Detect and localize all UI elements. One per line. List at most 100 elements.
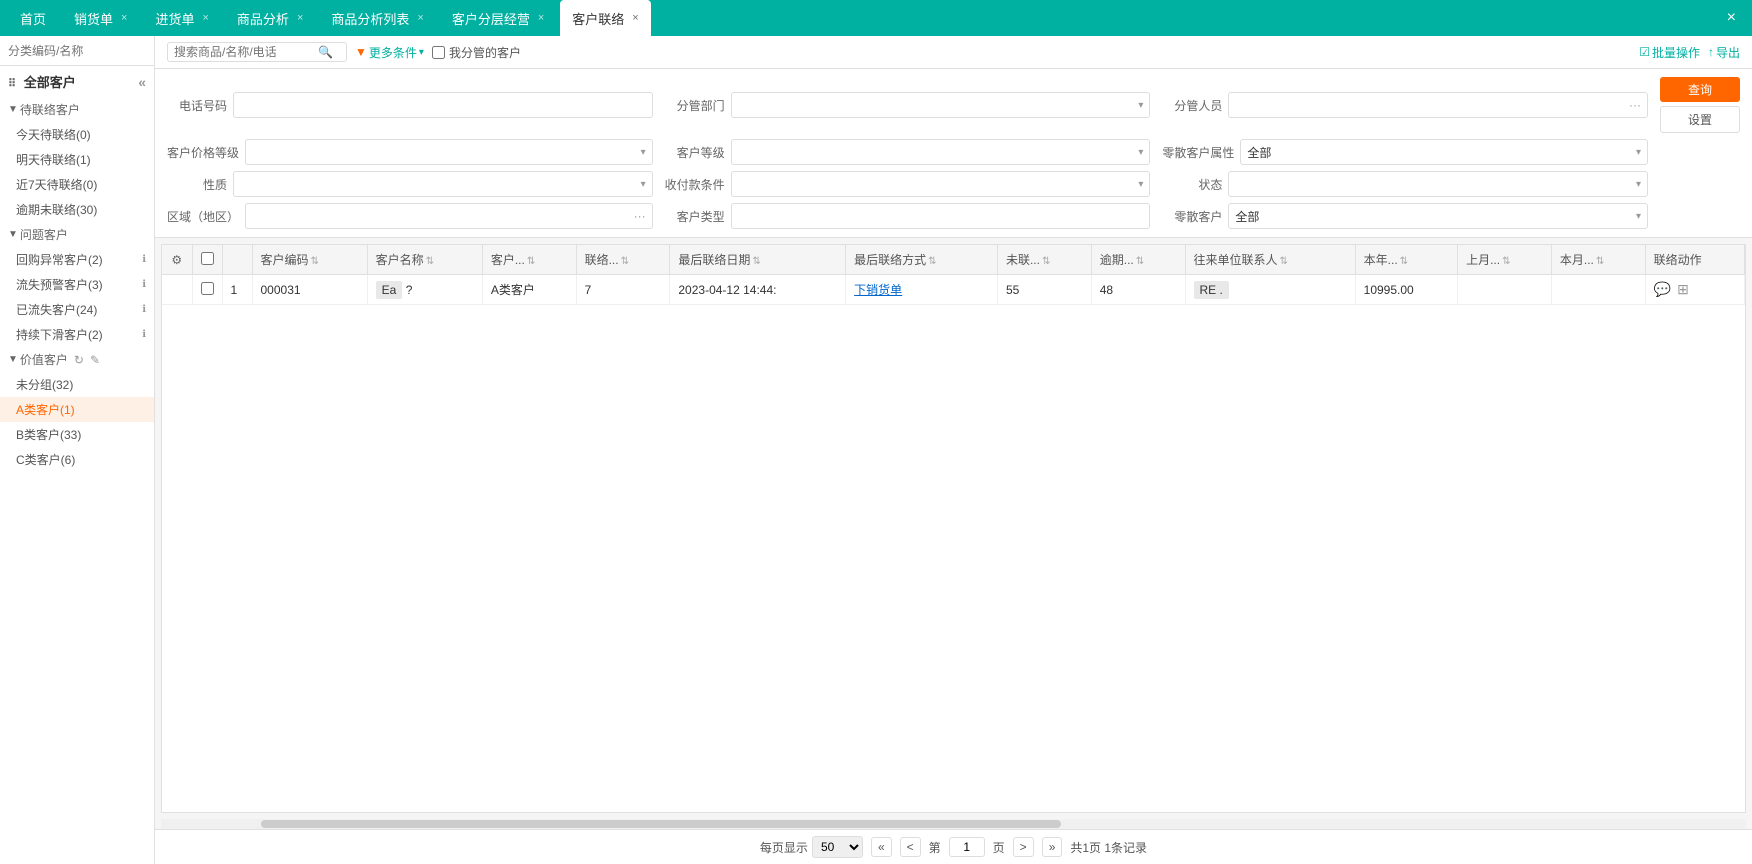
sidebar-item-declining[interactable]: 持续下滑客户(2) ℹ — [0, 322, 154, 347]
per-page-dropdown[interactable]: 50 100 200 — [812, 836, 863, 858]
retail-customer-select[interactable]: 全部 ▾ — [1228, 203, 1648, 229]
my-customers-filter[interactable]: 我分管的客户 — [432, 44, 521, 61]
sidebar-item-class-b[interactable]: B类客户(33) — [0, 422, 154, 447]
next-page-btn[interactable]: > — [1013, 837, 1034, 857]
h-scrollbar[interactable] — [161, 819, 1746, 829]
table-header-row: ⚙ 客户编码⇅ 客户名称⇅ 客户...⇅ 联络...⇅ 最后联络日期⇅ 最后联络… — [162, 245, 1745, 275]
th-contact-person[interactable]: 往来单位联系人⇅ — [1185, 245, 1355, 275]
region-input[interactable]: ··· — [245, 203, 653, 229]
sidebar-item-today[interactable]: 今天待联络(0) — [0, 122, 154, 147]
sort-overdue-icon: ⇅ — [1136, 256, 1144, 267]
bulk-action-btn[interactable]: ☑ 批量操作 — [1639, 44, 1700, 61]
filter-more-btn[interactable]: ▼ 更多条件 ▾ — [355, 44, 424, 61]
section-pending-contact[interactable]: ▼ 待联络客户 — [0, 97, 154, 122]
th-gear[interactable]: ⚙ — [162, 245, 192, 275]
th-action: 联络动作 — [1645, 245, 1744, 275]
export-btn[interactable]: ↑ 导出 — [1708, 44, 1740, 61]
sidebar-item-class-c[interactable]: C类客户(6) — [0, 447, 154, 472]
nav-tab-product-analysis-list[interactable]: 商品分析列表 × — [319, 0, 435, 36]
my-customers-checkbox[interactable] — [432, 46, 445, 59]
dept-select[interactable]: ▾ — [731, 92, 1151, 118]
filter-row-4: 区域（地区） ··· 客户类型 零散客户 全部 ▾ — [167, 203, 1740, 229]
customer-level-select[interactable]: ▾ — [731, 139, 1151, 165]
row-actions: 💬 ⊞ — [1645, 275, 1744, 305]
advanced-filters: 电话号码 分管部门 ▾ 分管人员 ··· — [155, 69, 1752, 238]
sidebar-search-input[interactable] — [8, 44, 155, 58]
nav-tab-product-analysis[interactable]: 商品分析 × — [225, 0, 315, 36]
section-value-customers[interactable]: ▼ 价值客户 ↻ ✎ — [0, 347, 154, 372]
sort-code-icon: ⇅ — [311, 256, 319, 267]
refresh-value-icon[interactable]: ↻ — [74, 353, 84, 367]
sidebar-item-churn-warning[interactable]: 流失预警客户(3) ℹ — [0, 272, 154, 297]
last-page-btn[interactable]: » — [1042, 837, 1063, 857]
row-checkbox-cell[interactable] — [192, 275, 222, 305]
row-name[interactable]: Ea ? — [367, 275, 482, 305]
th-overdue[interactable]: 逾期...⇅ — [1091, 245, 1185, 275]
bulk-action-icon: ☑ — [1639, 45, 1650, 59]
section-problem-customers[interactable]: ▼ 问题客户 — [0, 222, 154, 247]
close-tab-sales[interactable]: × — [121, 12, 127, 24]
nature-select[interactable]: ▾ — [233, 171, 653, 197]
filter-phone: 电话号码 — [167, 92, 653, 118]
th-contact-count[interactable]: 联络...⇅ — [576, 245, 670, 275]
setting-button[interactable]: 设置 — [1660, 106, 1740, 133]
th-checkbox[interactable] — [192, 245, 222, 275]
filter-payment: 收付款条件 ▾ — [665, 171, 1151, 197]
table-scroll[interactable]: ⚙ 客户编码⇅ 客户名称⇅ 客户...⇅ 联络...⇅ 最后联络日期⇅ 最后联络… — [162, 245, 1745, 812]
query-button[interactable]: 查询 — [1660, 77, 1740, 102]
sidebar-item-repurchase-abnormal[interactable]: 回购异常客户(2) ℹ — [0, 247, 154, 272]
th-last-method[interactable]: 最后联络方式⇅ — [846, 245, 998, 275]
filter-actions: ☑ 批量操作 ↑ 导出 — [1639, 44, 1740, 61]
th-this-year[interactable]: 本年...⇅ — [1355, 245, 1457, 275]
close-tab-product-analysis-list[interactable]: × — [417, 12, 423, 24]
filter-search-icon[interactable]: 🔍 — [318, 45, 333, 59]
edit-value-icon[interactable]: ✎ — [90, 353, 100, 367]
qr-icon[interactable]: ⊞ — [1677, 281, 1689, 298]
prev-page-btn[interactable]: < — [900, 837, 921, 857]
nav-tab-customer-contact[interactable]: 客户联络 × — [560, 0, 650, 36]
th-name[interactable]: 客户名称⇅ — [367, 245, 482, 275]
sidebar-collapse-btn[interactable]: « — [138, 74, 146, 90]
status-select[interactable]: ▾ — [1228, 171, 1648, 197]
sidebar-item-tomorrow[interactable]: 明天待联络(1) — [0, 147, 154, 172]
filter-retail-attr: 零散客户属性 全部 ▾ — [1162, 139, 1648, 165]
close-tab-purchase[interactable]: × — [202, 12, 208, 24]
nav-tab-purchase[interactable]: 进货单 × — [143, 0, 220, 36]
close-all-tabs[interactable]: × — [1719, 5, 1744, 31]
chevron-down-filter-icon: ▾ — [419, 47, 424, 58]
price-level-select[interactable]: ▾ — [245, 139, 653, 165]
page-number-input[interactable] — [949, 837, 985, 857]
nav-tab-home[interactable]: 首页 — [8, 0, 58, 36]
nav-tab-customer-segment[interactable]: 客户分层经营 × — [440, 0, 556, 36]
th-customer-type[interactable]: 客户...⇅ — [482, 245, 576, 275]
nav-tab-sales[interactable]: 销货单 × — [62, 0, 139, 36]
th-last-date[interactable]: 最后联络日期⇅ — [670, 245, 846, 275]
first-page-btn[interactable]: « — [871, 837, 892, 857]
payment-select[interactable]: ▾ — [731, 171, 1151, 197]
person-input[interactable]: ··· — [1228, 92, 1648, 118]
close-tab-product-analysis[interactable]: × — [297, 12, 303, 24]
message-icon[interactable]: 💬 — [1654, 281, 1671, 298]
close-tab-customer-contact[interactable]: × — [632, 12, 638, 24]
th-uncontacted[interactable]: 未联...⇅ — [997, 245, 1091, 275]
th-this-month[interactable]: 本月...⇅ — [1551, 245, 1645, 275]
sidebar-item-class-a[interactable]: A类客户(1) — [0, 397, 154, 422]
row-last-method[interactable]: 下销货单 — [846, 275, 998, 305]
row-checkbox[interactable] — [201, 282, 214, 295]
th-code[interactable]: 客户编码⇅ — [252, 245, 367, 275]
th-last-month[interactable]: 上月...⇅ — [1458, 245, 1552, 275]
sidebar-item-unclassified[interactable]: 未分组(32) — [0, 372, 154, 397]
sidebar-item-7days[interactable]: 近7天待联络(0) — [0, 172, 154, 197]
h-scrollbar-thumb[interactable] — [261, 820, 1061, 828]
customer-table: ⚙ 客户编码⇅ 客户名称⇅ 客户...⇅ 联络...⇅ 最后联络日期⇅ 最后联络… — [162, 245, 1745, 305]
filter-nature: 性质 ▾ — [167, 171, 653, 197]
phone-input[interactable] — [233, 92, 653, 118]
arrow-value-icon: ▼ — [8, 354, 18, 365]
sidebar-item-overdue[interactable]: 逾期未联络(30) — [0, 197, 154, 222]
select-all-checkbox[interactable] — [201, 252, 214, 265]
close-tab-customer-segment[interactable]: × — [538, 12, 544, 24]
filter-search-input[interactable] — [174, 45, 314, 59]
sidebar-item-churned[interactable]: 已流失客户(24) ℹ — [0, 297, 154, 322]
retail-attr-select[interactable]: 全部 ▾ — [1240, 139, 1648, 165]
customer-type-input[interactable] — [731, 203, 1151, 229]
